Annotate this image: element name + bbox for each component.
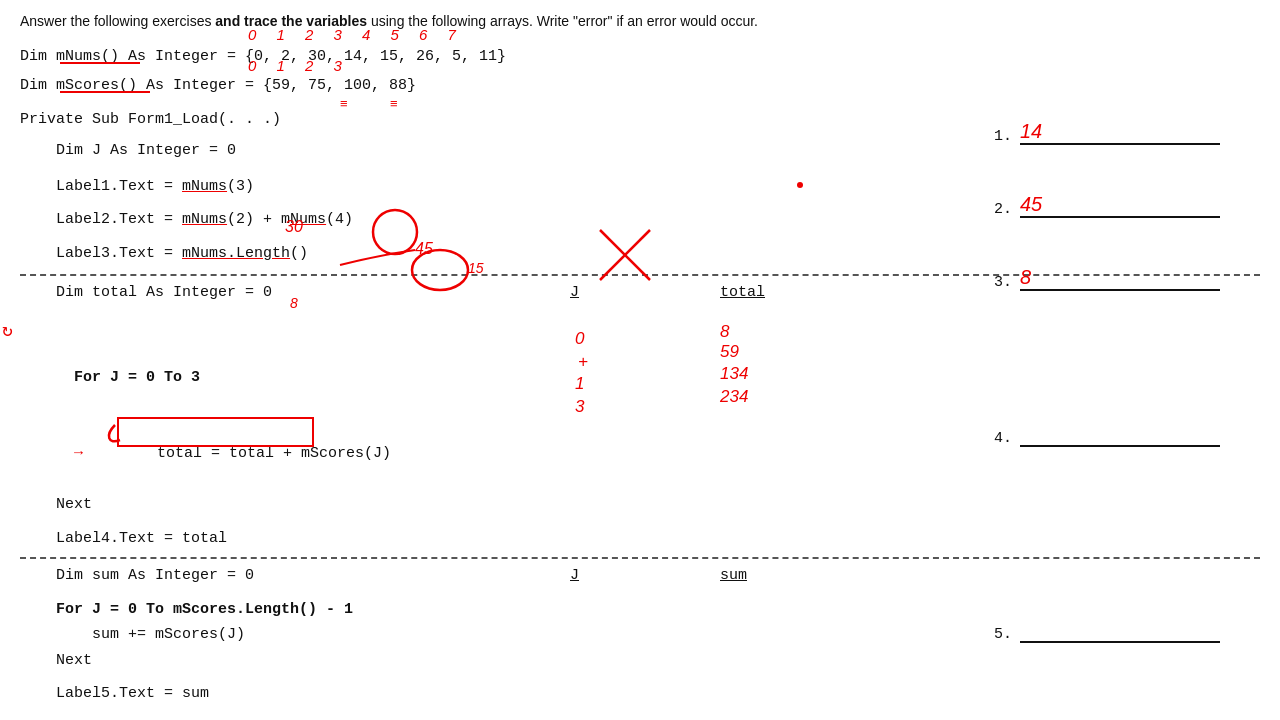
mScores-index-labels: 0 1 2 3 [248,53,350,79]
answer-num-2: 2. [994,201,1012,218]
answer-num-5: 5. [994,626,1012,643]
dim-total-line: Dim total As Integer = 0 [20,280,1260,306]
mNums-index-labels: 0 1 2 3 4 5 6 7 [248,22,464,48]
answer-num-4: 4. [994,430,1012,447]
annotation-15: 15 [468,260,484,276]
mScores-declaration: Dim mScores() As Integer = {59, 75, 100,… [20,73,1260,99]
dim-sum-line: Dim sum As Integer = 0 [20,563,1260,589]
annotation-8-label: 8 [290,295,298,311]
for-loop-line-2: For J = 0 To mScores.Length() - 1 [20,597,1260,623]
label5-line: Label5.Text = sum [20,681,1260,707]
next-line-3: Next [20,648,1260,674]
for-loop-line: ↻ For J = 0 To 3 [20,314,1260,416]
next-line-2: Next [20,492,1260,518]
annotation-45: 45 [415,240,433,258]
instruction-text: Answer the following exercises and trace… [20,12,1260,32]
total-increment-line: → total = total + mScores(J) [20,416,1260,493]
answer-val-2: 45 [1020,193,1042,215]
mNums-declaration: Dim mNums() As Integer = {0, 2, 30, 14, … [20,44,1260,70]
annotation-30: 30 [285,218,303,236]
total-val-234: 234 [720,383,748,412]
answer-num-1: 1. [994,128,1012,145]
answer-val-1: 14 [1020,120,1042,142]
j-val-3: 3 [575,393,584,422]
label4-line: Label4.Text = total [20,526,1260,552]
